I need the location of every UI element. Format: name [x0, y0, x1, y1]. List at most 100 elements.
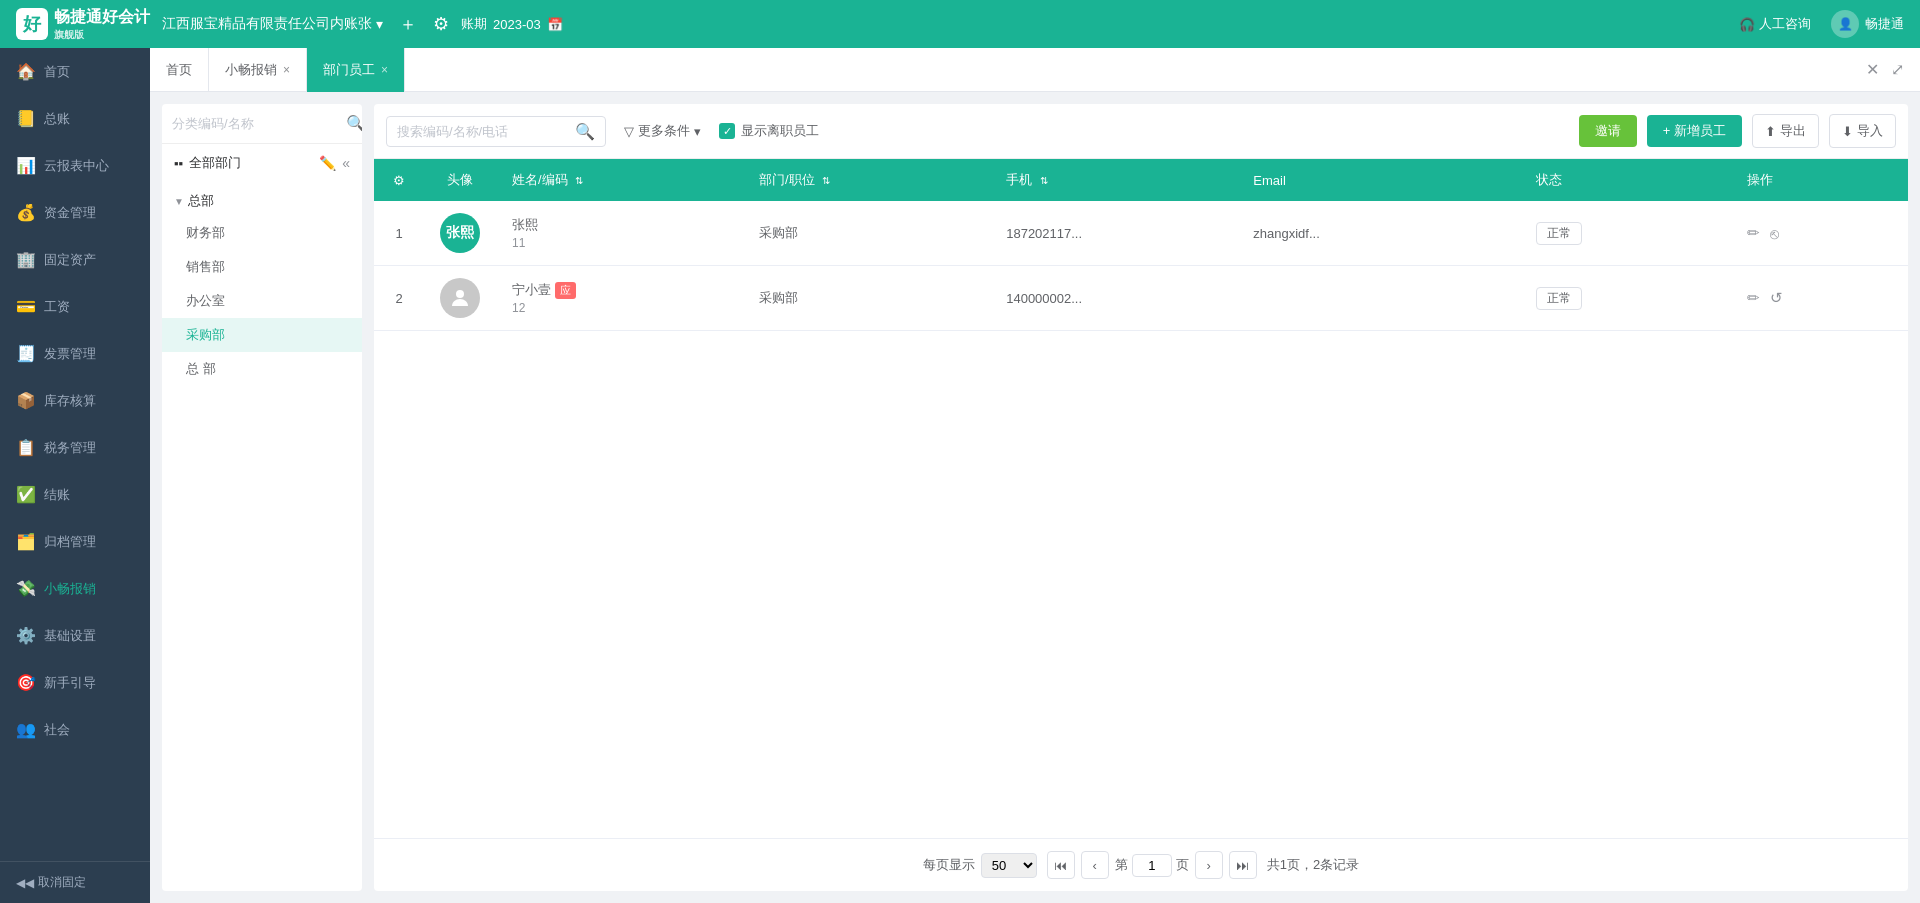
sidebar-item-assets[interactable]: 🏢 固定资产: [0, 236, 150, 283]
th-dept[interactable]: 部门/职位 ⇅: [743, 159, 990, 201]
sidebar-item-basic[interactable]: ⚙️ 基础设置: [0, 612, 150, 659]
edit-icon[interactable]: ✏: [1747, 224, 1760, 242]
dept-panel: 🔍 ▪▪ 全部部门 ✏️ « ▼ 总部 财务部: [162, 104, 362, 891]
cell-dept: 采购部: [743, 266, 990, 331]
edit-dept-icon[interactable]: ✏️: [319, 155, 336, 171]
logo-icon: 好: [16, 8, 48, 40]
all-dept-header[interactable]: ▪▪ 全部部门 ✏️ «: [162, 144, 362, 182]
page-nav: ⏮ ‹ 第 页 › ⏭: [1047, 851, 1257, 879]
dept-search-bar: 🔍: [162, 104, 362, 144]
dept-search-input[interactable]: [172, 116, 340, 131]
dept-tree-item-office[interactable]: 办公室: [162, 284, 362, 318]
filter-button[interactable]: ▽ 更多条件 ▾: [616, 118, 709, 144]
dept-header-icons: ✏️ «: [319, 155, 350, 171]
emp-search-bar: 🔍: [386, 116, 606, 147]
sidebar-item-home[interactable]: 🏠 首页: [0, 48, 150, 95]
export-button[interactable]: ⬆ 导出: [1752, 114, 1819, 148]
sidebar-item-inventory[interactable]: 📦 库存核算: [0, 377, 150, 424]
calendar-icon[interactable]: 📅: [547, 17, 563, 32]
tab-dept-emp-close[interactable]: ×: [381, 63, 388, 77]
tab-home[interactable]: 首页: [150, 48, 209, 92]
cell-avatar: [424, 266, 496, 331]
invite-button[interactable]: 邀请: [1579, 115, 1637, 147]
prev-page-button[interactable]: ‹: [1081, 851, 1109, 879]
sidebar-label-assets: 固定资产: [44, 251, 96, 269]
sidebar-item-guide[interactable]: 🎯 新手引导: [0, 659, 150, 706]
company-selector[interactable]: 江西服宝精品有限责任公司内账张 ▾: [162, 15, 383, 33]
sidebar-item-funds[interactable]: 💰 资金管理: [0, 189, 150, 236]
cell-action: ✏⎋: [1731, 201, 1908, 266]
sidebar-item-social[interactable]: 👥 社会: [0, 706, 150, 753]
sidebar-item-ledger[interactable]: 📒 总账: [0, 95, 150, 142]
sidebar-label-archive: 归档管理: [44, 533, 96, 551]
show-resigned-toggle[interactable]: ✓ 显示离职员工: [719, 122, 819, 140]
sidebar-item-invoice[interactable]: 🧾 发票管理: [0, 330, 150, 377]
guide-icon: 🎯: [16, 673, 36, 692]
th-status: 状态: [1520, 159, 1732, 201]
user-menu[interactable]: 👤 畅捷通: [1831, 10, 1904, 38]
add-company-button[interactable]: ＋: [395, 12, 421, 36]
sidebar-item-reports[interactable]: 📊 云报表中心: [0, 142, 150, 189]
sidebar-item-archive[interactable]: 🗂️ 归档管理: [0, 518, 150, 565]
import-button[interactable]: ⬇ 导入: [1829, 114, 1896, 148]
tabs-bar: 首页 小畅报销 × 部门员工 × ✕ ⤢: [150, 48, 1920, 92]
headset-icon: 🎧: [1739, 17, 1755, 32]
ledger-icon: 📒: [16, 109, 36, 128]
filter-icon: ▽: [624, 124, 634, 139]
sidebar-item-tax[interactable]: 📋 税务管理: [0, 424, 150, 471]
logout-icon[interactable]: ⎋: [1770, 225, 1779, 242]
sidebar-item-close[interactable]: ✅ 结账: [0, 471, 150, 518]
dept-tree-item-finance[interactable]: 财务部: [162, 216, 362, 250]
service-button[interactable]: 🎧 人工咨询: [1739, 15, 1811, 33]
collapse-icon[interactable]: «: [342, 155, 350, 171]
emp-search-icon[interactable]: 🔍: [575, 122, 595, 141]
pagination-bar: 每页显示 50 10 20 100 ⏮ ‹ 第: [374, 838, 1908, 891]
funds-icon: 💰: [16, 203, 36, 222]
company-name: 江西服宝精品有限责任公司内账张: [162, 15, 372, 33]
dept-tree-item-sales[interactable]: 销售部: [162, 250, 362, 284]
tab-expense[interactable]: 小畅报销 ×: [209, 48, 307, 92]
filter-label: 更多条件: [638, 122, 690, 140]
th-name[interactable]: 姓名/编码 ⇅: [496, 159, 743, 201]
th-action: 操作: [1731, 159, 1908, 201]
settings-icon[interactable]: ⚙: [433, 13, 449, 35]
emp-search-input[interactable]: [397, 124, 569, 139]
show-resigned-label: 显示离职员工: [741, 122, 819, 140]
th-settings[interactable]: ⚙: [374, 159, 424, 201]
app-edition: 旗舰版: [54, 28, 150, 42]
next-page-button[interactable]: ›: [1195, 851, 1223, 879]
first-page-button[interactable]: ⏮: [1047, 851, 1075, 879]
last-page-button[interactable]: ⏭: [1229, 851, 1257, 879]
total-info: 共1页，2条记录: [1267, 856, 1359, 874]
sidebar-item-salary[interactable]: 💳 工资: [0, 283, 150, 330]
edit-icon[interactable]: ✏: [1747, 289, 1760, 307]
dept-tree-item-hq2[interactable]: 总 部: [162, 352, 362, 386]
per-page-select[interactable]: 50 10 20 100: [981, 853, 1037, 878]
top-bar-right: 🎧 人工咨询 👤 畅捷通: [1739, 10, 1904, 38]
tab-expand-icon[interactable]: ⤢: [1887, 56, 1908, 83]
period-value: 2023-03: [493, 17, 541, 32]
tab-dept-emp[interactable]: 部门员工 ×: [307, 48, 405, 92]
close-month-icon: ✅: [16, 485, 36, 504]
unpin-label: 取消固定: [38, 874, 86, 891]
emp-code: 12: [512, 301, 727, 315]
add-employee-button[interactable]: + 新增员工: [1647, 115, 1742, 147]
user-avatar: 👤: [1831, 10, 1859, 38]
page-number-input[interactable]: [1132, 854, 1172, 877]
delete-icon[interactable]: ↺: [1770, 289, 1783, 307]
dept-search-icon[interactable]: 🔍: [346, 114, 362, 133]
period-label: 账期: [461, 15, 487, 33]
sidebar-label-tax: 税务管理: [44, 439, 96, 457]
tab-expense-close[interactable]: ×: [283, 63, 290, 77]
tab-close-all-icon[interactable]: ✕: [1862, 56, 1883, 83]
th-phone[interactable]: 手机 ⇅: [990, 159, 1237, 201]
dept-tree-parent-hq[interactable]: ▼ 总部: [162, 186, 362, 216]
sidebar-item-expense[interactable]: 💸 小畅报销: [0, 565, 150, 612]
unpin-button[interactable]: ◀◀ 取消固定: [0, 861, 150, 903]
cell-phone: 187202117...: [990, 201, 1237, 266]
sidebar-label-reports: 云报表中心: [44, 157, 109, 175]
filter-chevron-icon: ▾: [694, 124, 701, 139]
action-icons: ✏↺: [1747, 289, 1892, 307]
page-content: 🔍 ▪▪ 全部部门 ✏️ « ▼ 总部 财务部: [150, 92, 1920, 903]
dept-tree-item-purchase[interactable]: 采购部: [162, 318, 362, 352]
